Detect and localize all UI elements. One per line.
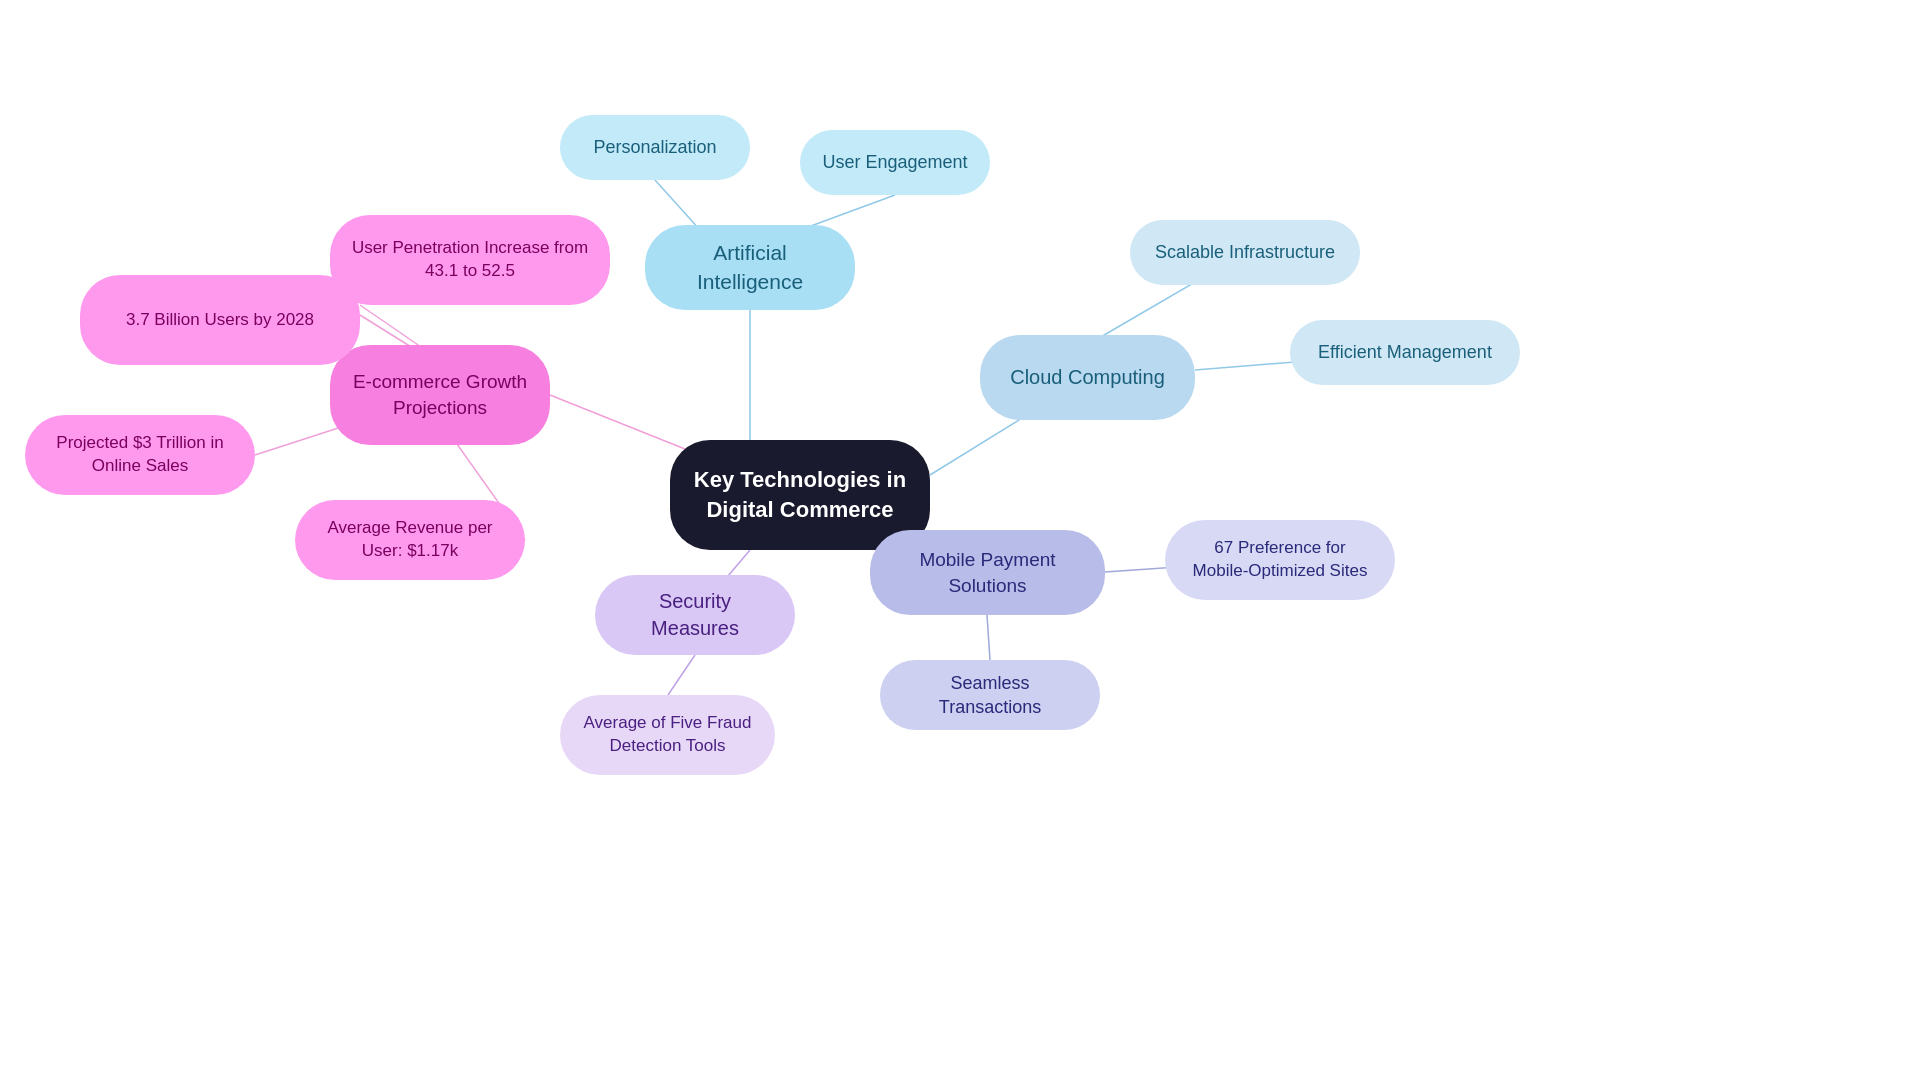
user-penetration-label: User Penetration Increase from 43.1 to 5…: [350, 237, 590, 283]
center-label: Key Technologies in Digital Commerce: [692, 465, 908, 524]
personalization-label: Personalization: [593, 135, 716, 159]
cloud-label: Cloud Computing: [1010, 364, 1165, 391]
mobile-optimized-label: 67 Preference for Mobile-Optimized Sites: [1187, 537, 1373, 583]
seamless-transactions-node: Seamless Transactions: [880, 660, 1100, 730]
scalable-infrastructure-node: Scalable Infrastructure: [1130, 220, 1360, 285]
seamless-label: Seamless Transactions: [902, 671, 1078, 720]
personalization-node: Personalization: [560, 115, 750, 180]
mobile-optimized-node: 67 Preference for Mobile-Optimized Sites: [1165, 520, 1395, 600]
mobile-payment-node: Mobile Payment Solutions: [870, 530, 1105, 615]
security-label: Security Measures: [617, 588, 773, 642]
avg-revenue-node: Average Revenue per User: $1.17k: [295, 500, 525, 580]
ai-node: Artificial Intelligence: [645, 225, 855, 310]
projected-sales-label: Projected $3 Trillion in Online Sales: [47, 432, 233, 478]
users-2028-label: 3.7 Billion Users by 2028: [126, 309, 314, 332]
svg-line-6: [655, 180, 700, 230]
fraud-label: Average of Five Fraud Detection Tools: [582, 712, 753, 758]
efficient-label: Efficient Management: [1318, 340, 1492, 364]
avg-revenue-label: Average Revenue per User: $1.17k: [317, 517, 503, 563]
ecommerce-growth-node: E-commerce Growth Projections: [330, 345, 550, 445]
user-engagement-label: User Engagement: [822, 150, 967, 174]
users-2028-node: 3.7 Billion Users by 2028: [80, 275, 360, 365]
user-penetration-node: User Penetration Increase from 43.1 to 5…: [330, 215, 610, 305]
mobile-payment-label: Mobile Payment Solutions: [892, 547, 1083, 598]
svg-line-14: [987, 615, 990, 660]
ecommerce-label: E-commerce Growth Projections: [352, 369, 528, 420]
security-measures-node: Security Measures: [595, 575, 795, 655]
user-engagement-node: User Engagement: [800, 130, 990, 195]
projected-sales-node: Projected $3 Trillion in Online Sales: [25, 415, 255, 495]
efficient-management-node: Efficient Management: [1290, 320, 1520, 385]
scalable-label: Scalable Infrastructure: [1155, 240, 1335, 264]
svg-line-12: [668, 655, 695, 695]
ai-label: Artificial Intelligence: [667, 239, 833, 296]
fraud-detection-node: Average of Five Fraud Detection Tools: [560, 695, 775, 775]
cloud-computing-node: Cloud Computing: [980, 335, 1195, 420]
